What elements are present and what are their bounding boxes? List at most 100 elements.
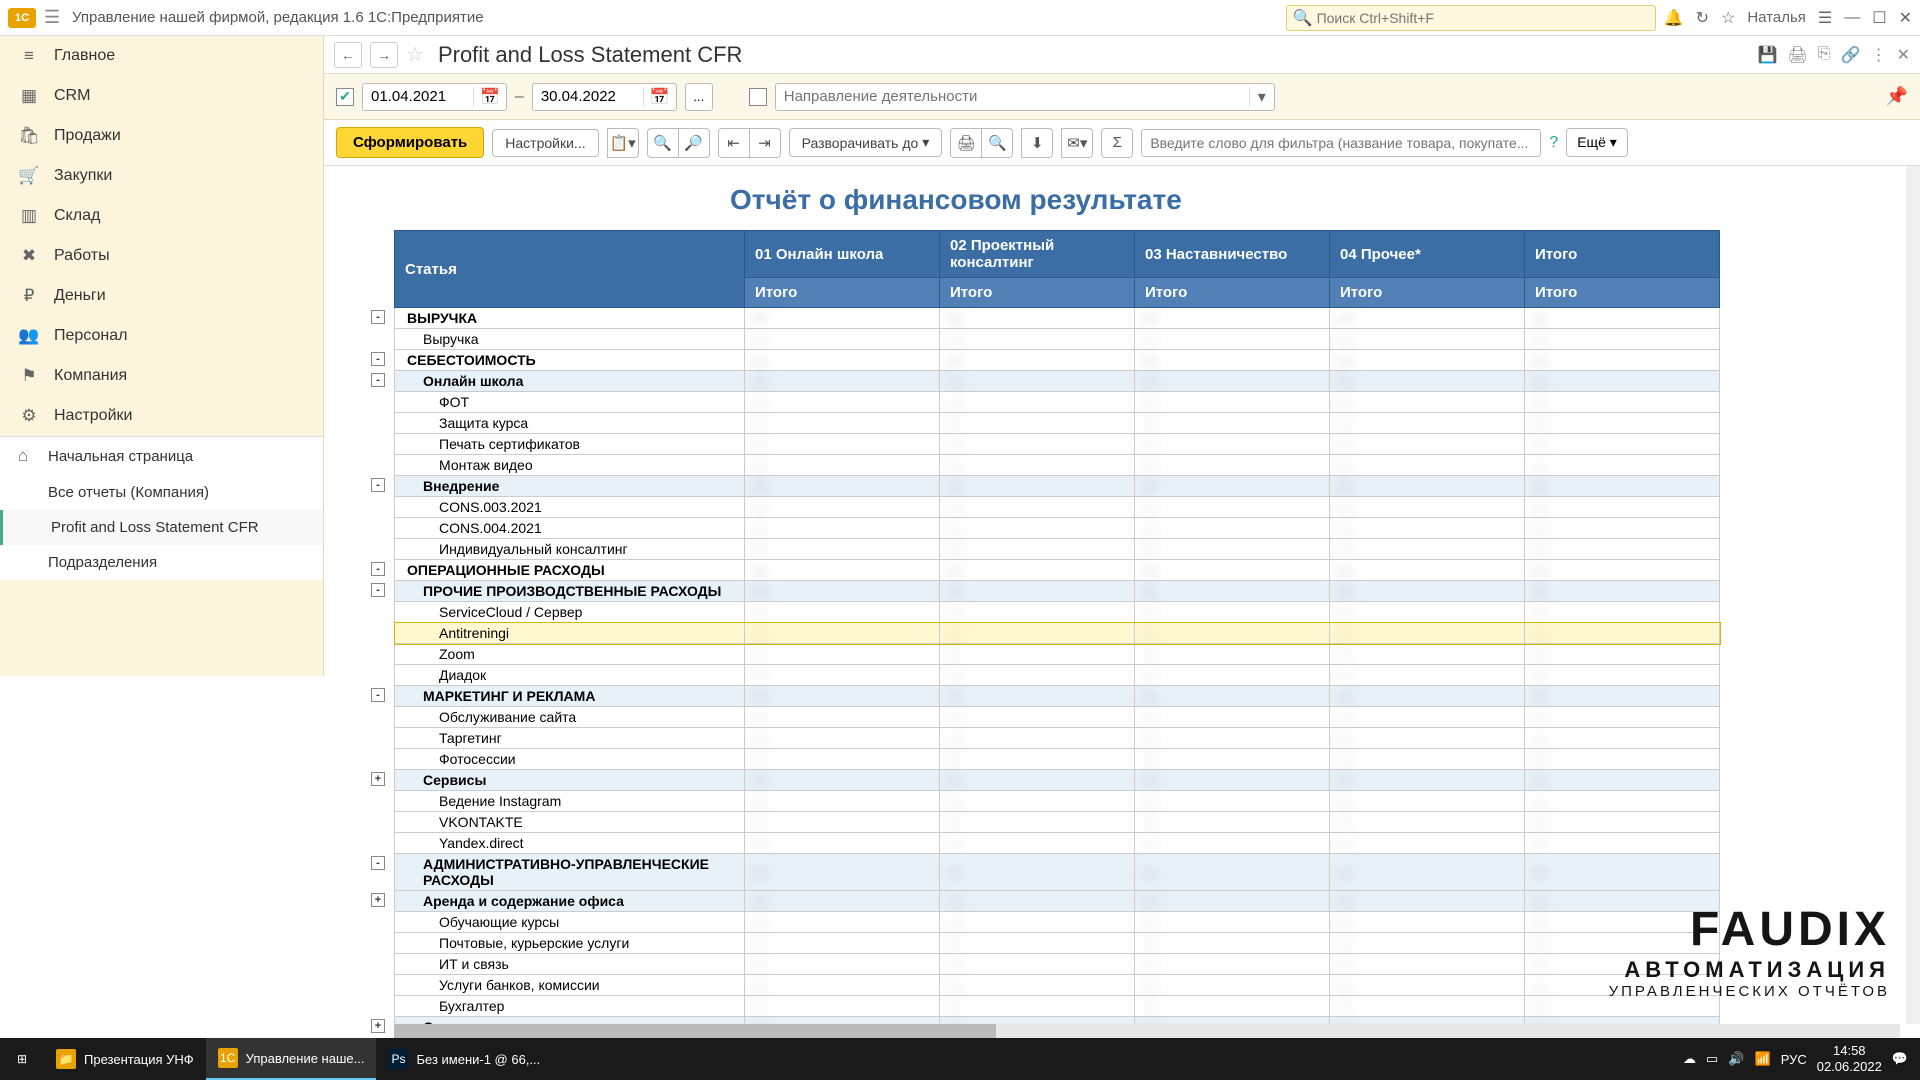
table-row[interactable]: VKONTAKTE————— — [395, 812, 1720, 833]
tray-volume-icon[interactable]: 🔊 — [1728, 1051, 1744, 1067]
close-icon[interactable]: ✕ — [1899, 8, 1912, 28]
period-checkbox[interactable]: ✔ — [336, 88, 354, 106]
calendar-icon[interactable]: 📅 — [643, 87, 676, 107]
mail-icon[interactable]: ✉▾ — [1061, 128, 1093, 158]
zoom-reset-icon[interactable]: 🔎 — [678, 128, 710, 158]
sidebar-item[interactable]: ▦CRM — [0, 76, 323, 116]
tray-notifications-icon[interactable]: 💬 — [1892, 1051, 1908, 1067]
column-header[interactable]: 03 Наставничество — [1135, 231, 1330, 278]
table-row[interactable]: CONS.003.2021————— — [395, 497, 1720, 518]
close-tab-icon[interactable]: ✕ — [1897, 45, 1910, 65]
collapse-icon[interactable]: ⇤ — [718, 128, 750, 158]
table-row[interactable]: Печать сертификатов————— — [395, 434, 1720, 455]
table-row[interactable]: Фотосессии————— — [395, 749, 1720, 770]
taskbar-item[interactable]: ⊞ — [0, 1038, 44, 1080]
column-header[interactable]: 01 Онлайн школа — [745, 231, 940, 278]
table-row[interactable]: -МАРКЕТИНГ И РЕКЛАМА————— — [395, 686, 1720, 707]
minimize-icon[interactable]: — — [1844, 9, 1860, 27]
filter-word-input[interactable] — [1141, 129, 1541, 157]
help-icon[interactable]: ? — [1549, 134, 1558, 152]
menu-dots-icon[interactable]: ⋮ — [1871, 45, 1887, 65]
table-row[interactable]: -ОПЕРАЦИОННЫЕ РАСХОДЫ————— — [395, 560, 1720, 581]
chevron-down-icon[interactable]: ▾ — [1249, 87, 1274, 107]
table-row[interactable]: Zoom————— — [395, 644, 1720, 665]
tree-toggle-icon[interactable]: + — [371, 772, 385, 786]
table-row[interactable]: -Внедрение————— — [395, 476, 1720, 497]
sidebar-item[interactable]: ≡Главное — [0, 36, 323, 76]
download-icon[interactable]: ⬇ — [1021, 128, 1053, 158]
date-to-input[interactable] — [533, 88, 643, 105]
system-tray[interactable]: ☁ ▭ 🔊 📶 РУС 14:58 02.06.2022 💬 — [1671, 1043, 1920, 1074]
sidebar-item[interactable]: ⚙Настройки — [0, 396, 323, 436]
sidebar-sub-item[interactable]: Все отчеты (Компания) — [0, 475, 323, 510]
tree-toggle-icon[interactable]: + — [371, 1019, 385, 1033]
taskbar-item[interactable]: 1CУправление наше... — [206, 1038, 377, 1080]
bell-icon[interactable]: 🔔 — [1664, 8, 1684, 28]
tree-toggle-icon[interactable]: + — [371, 893, 385, 907]
report-area[interactable]: Отчёт о финансовом результате Статья01 О… — [324, 166, 1920, 1038]
sidebar-item[interactable]: 👥Персонал — [0, 316, 323, 356]
save-icon[interactable]: 💾 — [1758, 45, 1778, 65]
sidebar-sub-item[interactable]: Profit and Loss Statement CFR — [0, 510, 323, 545]
taskbar-item[interactable]: PsБез имени-1 @ 66,... — [376, 1038, 552, 1080]
period-more-button[interactable]: ... — [685, 83, 713, 111]
date-from-field[interactable]: 📅 — [362, 83, 507, 111]
tray-clock[interactable]: 14:58 02.06.2022 — [1817, 1043, 1882, 1074]
horizontal-scrollbar[interactable] — [394, 1024, 1900, 1038]
direction-field[interactable]: ▾ — [775, 83, 1275, 111]
sidebar-item[interactable]: ⚑Компания — [0, 356, 323, 396]
more-button[interactable]: Ещё ▾ — [1566, 128, 1628, 157]
calendar-icon[interactable]: 📅 — [473, 87, 506, 107]
table-row[interactable]: -ПРОЧИЕ ПРОИЗВОДСТВЕННЫЕ РАСХОДЫ————— — [395, 581, 1720, 602]
table-row[interactable]: Бухгалтер————— — [395, 996, 1720, 1017]
date-from-input[interactable] — [363, 88, 473, 105]
tree-toggle-icon[interactable]: - — [371, 310, 385, 324]
star-icon[interactable]: ☆ — [1721, 8, 1735, 28]
table-row[interactable]: CONS.004.2021————— — [395, 518, 1720, 539]
tree-toggle-icon[interactable]: - — [371, 856, 385, 870]
tray-cloud-icon[interactable]: ☁ — [1683, 1051, 1696, 1067]
nav-forward-button[interactable]: → — [370, 42, 398, 68]
table-row[interactable]: Почтовые, курьерские услуги————— — [395, 933, 1720, 954]
date-to-field[interactable]: 📅 — [532, 83, 677, 111]
search-input[interactable] — [1317, 10, 1649, 26]
sidebar-item[interactable]: ▥Склад — [0, 196, 323, 236]
link-icon[interactable]: 🔗 — [1841, 45, 1861, 65]
vertical-scrollbar[interactable] — [1906, 166, 1920, 1024]
favorite-star-icon[interactable]: ☆ — [406, 42, 424, 67]
direction-input[interactable] — [776, 88, 1249, 105]
table-row[interactable]: Диадок————— — [395, 665, 1720, 686]
sigma-icon[interactable]: Σ — [1101, 128, 1133, 158]
sidebar-sub-item[interactable]: ⌂Начальная страница — [0, 437, 323, 475]
column-header[interactable]: 02 Проектный консалтинг — [940, 231, 1135, 278]
sidebar-item[interactable]: ₽Деньги — [0, 276, 323, 316]
table-row[interactable]: -СЕБЕСТОИМОСТЬ————— — [395, 350, 1720, 371]
table-row[interactable]: Обучающие курсы————— — [395, 912, 1720, 933]
expand-icon[interactable]: ⇥ — [749, 128, 781, 158]
table-row[interactable]: Защита курса————— — [395, 413, 1720, 434]
history-icon[interactable]: ↻ — [1696, 8, 1709, 28]
tree-toggle-icon[interactable]: - — [371, 478, 385, 492]
tree-toggle-icon[interactable]: - — [371, 688, 385, 702]
print-icon[interactable]: 🖨 — [1788, 45, 1808, 65]
maximize-icon[interactable]: ☐ — [1872, 8, 1886, 28]
preview-button[interactable]: 🔍 — [981, 128, 1013, 158]
table-row[interactable]: Индивидуальный консалтинг————— — [395, 539, 1720, 560]
export-icon[interactable]: ⎘ — [1818, 45, 1831, 65]
sidebar-item[interactable]: ✖Работы — [0, 236, 323, 276]
direction-checkbox[interactable] — [749, 88, 767, 106]
tree-toggle-icon[interactable]: - — [371, 562, 385, 576]
table-row[interactable]: Услуги банков, комиссии————— — [395, 975, 1720, 996]
column-header[interactable]: 04 Прочее* — [1330, 231, 1525, 278]
table-row[interactable]: -АДМИНИСТРАТИВНО-УПРАВЛЕНЧЕСКИЕ РАСХОДЫ—… — [395, 854, 1720, 891]
table-row[interactable]: +Сервисы————— — [395, 770, 1720, 791]
tray-network-icon[interactable]: 📶 — [1755, 1051, 1771, 1067]
username[interactable]: Наталья — [1747, 9, 1806, 26]
taskbar-item[interactable]: 📁Презентация УНФ — [44, 1038, 206, 1080]
sidebar-item[interactable]: 🛍Продажи — [0, 116, 323, 156]
global-search[interactable]: 🔍 — [1286, 5, 1656, 31]
table-row[interactable]: Таргетинг————— — [395, 728, 1720, 749]
nav-back-button[interactable]: ← — [334, 42, 362, 68]
tray-lang[interactable]: РУС — [1781, 1052, 1807, 1067]
table-row[interactable]: Ведение Instagram————— — [395, 791, 1720, 812]
